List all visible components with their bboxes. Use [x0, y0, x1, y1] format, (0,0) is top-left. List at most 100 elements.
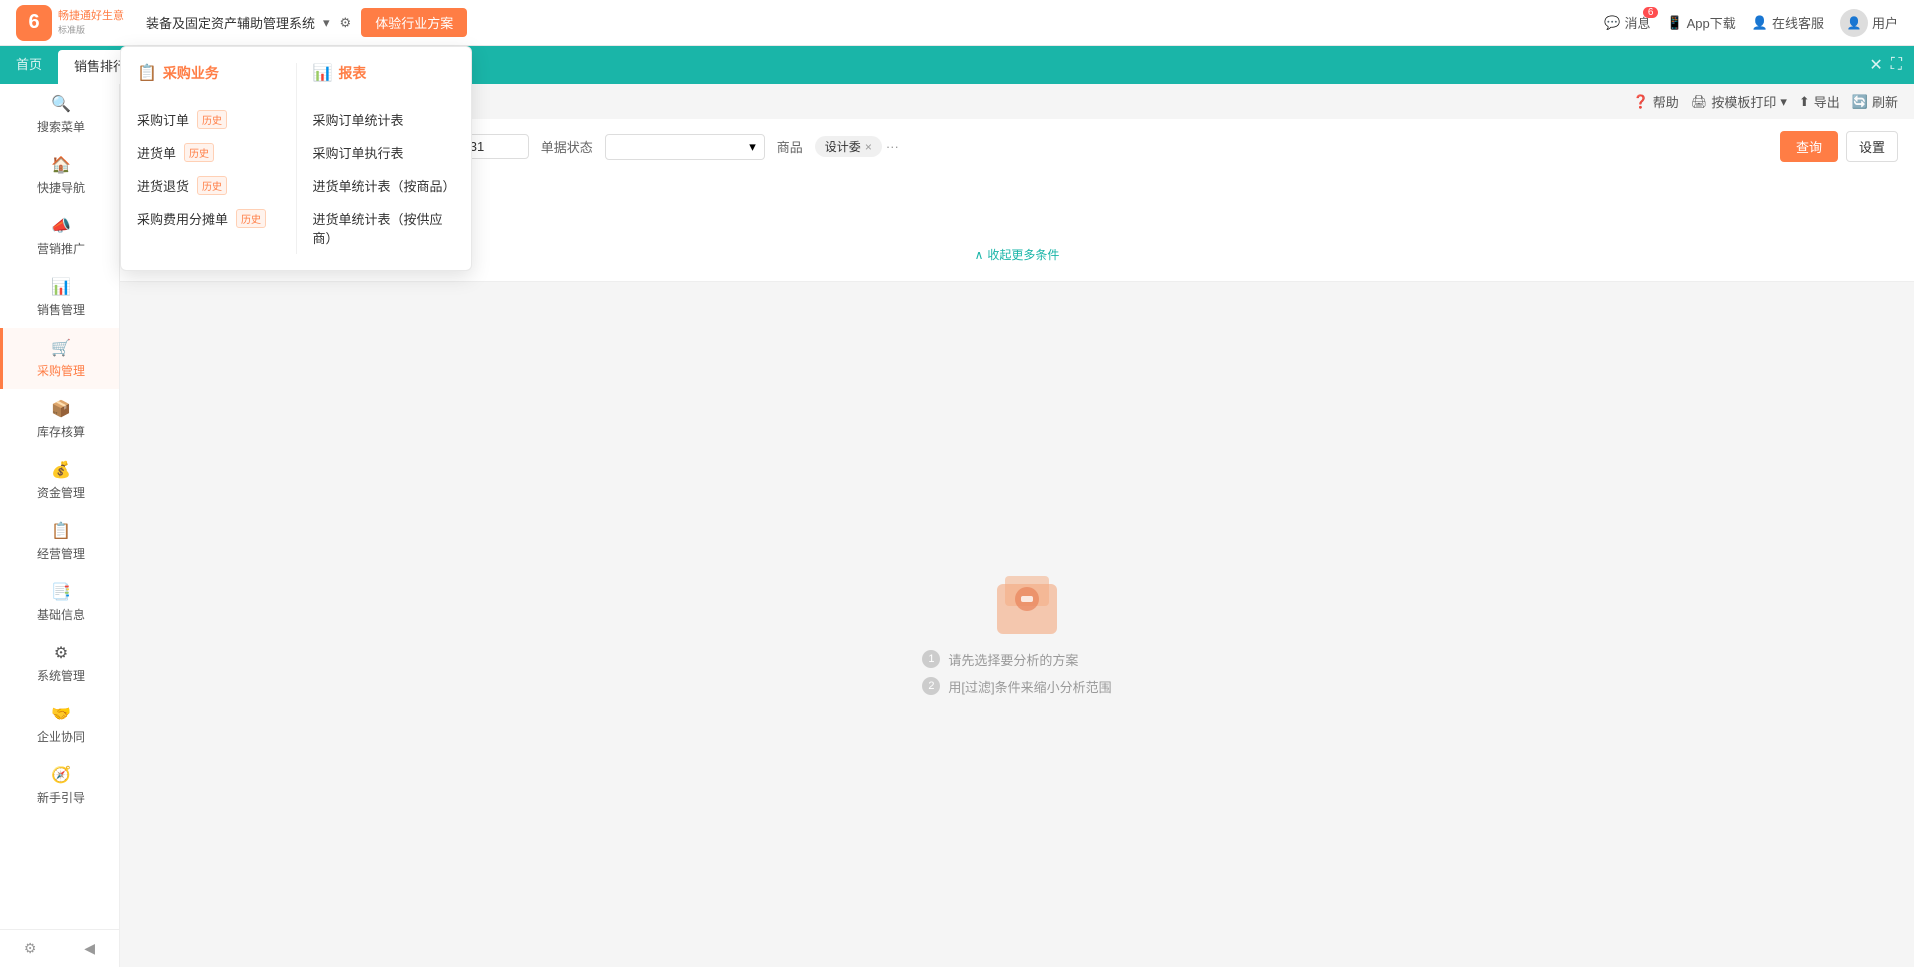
online-service-btn[interactable]: 👤 在线客服 [1752, 13, 1824, 32]
sidebar: 🔍 搜索菜单 🏠 快捷导航 📣 营销推广 📊 销售管理 🛒 采购管理 📦 [0, 84, 120, 967]
sidebar-item-finance[interactable]: 💰 资金管理 [0, 450, 119, 511]
industry-btn[interactable]: 体验行业方案 [361, 8, 467, 37]
sidebar-operations-label: 经营管理 [37, 545, 85, 562]
collapse-label: 收起更多条件 [987, 246, 1059, 263]
sidebar-item-inventory[interactable]: 📦 库存核算 [0, 389, 119, 450]
report-col-title-text: 报表 [338, 63, 366, 83]
sidebar-basicinfo-label: 基础信息 [37, 606, 85, 623]
purchase-inbound-label: 进货单 [137, 143, 176, 162]
help-btn[interactable]: ❓ 帮助 [1633, 92, 1679, 111]
sidebar-item-purchase[interactable]: 🛒 采购管理 [0, 328, 119, 389]
sidebar-marketing-label: 营销推广 [37, 240, 85, 257]
refresh-btn[interactable]: 🔄 刷新 [1852, 92, 1898, 111]
home-icon: 🏠 [51, 155, 71, 175]
avatar: 👤 [1840, 9, 1868, 37]
system-title: 装备及固定资产辅助管理系统 [146, 13, 315, 32]
report-inbound-supplier-label: 进货单统计表（按供应商） [313, 209, 456, 247]
logo-icon: 6 [16, 5, 52, 41]
goods-more-btn[interactable]: ··· [886, 139, 899, 154]
purchase-expense-history-tag: 历史 [236, 209, 266, 228]
sidebar-collapse-btn[interactable]: ◀ [84, 940, 95, 957]
tab-home[interactable]: 首页 [0, 46, 58, 84]
inventory-icon: 📦 [51, 399, 71, 419]
purchase-expense-item[interactable]: 采购费用分摊单 历史 [137, 202, 280, 235]
sidebar-item-enterprise[interactable]: 🤝 企业协同 [0, 694, 119, 755]
purchase-col-title: 📋 采购业务 [137, 63, 280, 91]
user-btn[interactable]: 👤 用户 [1840, 9, 1898, 37]
tip-num-1: 1 [922, 650, 940, 668]
sidebar-item-system[interactable]: ⚙ 系统管理 [0, 633, 119, 694]
sidebar-settings-btn[interactable]: ⚙ [24, 940, 37, 957]
report-order-stats-item[interactable]: 采购订单统计表 [313, 103, 456, 136]
message-icon: 💬 [1604, 15, 1620, 31]
print-icon: 🖨 [1691, 94, 1708, 110]
sidebar-guide-label: 新手引导 [37, 789, 85, 806]
goods-tag-text: 设计委 [825, 138, 861, 155]
tab-close-action[interactable]: ✕ [1869, 55, 1882, 75]
sidebar-item-quicknav[interactable]: 🏠 快捷导航 [0, 145, 119, 206]
report-inbound-supplier-item[interactable]: 进货单统计表（按供应商） [313, 202, 456, 254]
online-service-label: 在线客服 [1772, 13, 1824, 32]
app-download-btn[interactable]: 📱 App下载 [1666, 13, 1735, 32]
sidebar-item-marketing[interactable]: 📣 营销推广 [0, 206, 119, 267]
search-icon: 🔍 [51, 94, 71, 114]
sidebar-finance-label: 资金管理 [37, 484, 85, 501]
goods-tag: 设计委 × [815, 136, 882, 157]
purchase-icon: 🛒 [51, 338, 71, 358]
user-label: 用户 [1872, 13, 1898, 32]
voucher-status-label: 单据状态 [541, 137, 593, 156]
sidebar-sales-label: 销售管理 [37, 301, 85, 318]
report-inbound-goods-label: 进货单统计表（按商品） [313, 176, 456, 195]
sidebar-inventory-label: 库存核算 [37, 423, 85, 440]
purchase-order-label: 采购订单 [137, 110, 189, 129]
tab-expand-action[interactable]: ⛶ [1891, 56, 1902, 74]
logo-text: 畅捷通好生意 [58, 9, 124, 23]
purchase-order-item[interactable]: 采购订单 历史 [137, 103, 280, 136]
logo: 6 畅捷通好生意 标准版 [16, 5, 136, 41]
purchase-inbound-item[interactable]: 进货单 历史 [137, 136, 280, 169]
sidebar-item-search[interactable]: 🔍 搜索菜单 [0, 84, 119, 145]
export-btn[interactable]: ⬆ 导出 [1799, 92, 1840, 111]
goods-tag-close[interactable]: × [865, 140, 872, 154]
settings-btn[interactable]: 设置 [1846, 131, 1898, 162]
phone-icon: 📱 [1666, 15, 1682, 31]
guide-icon: 🧭 [51, 765, 71, 785]
voucher-status-select[interactable]: ▾ [605, 134, 765, 160]
export-icon: ⬆ [1799, 94, 1810, 110]
query-btn[interactable]: 查询 [1780, 131, 1838, 162]
purchase-return-item[interactable]: 进货退货 历史 [137, 169, 280, 202]
sidebar-item-basicinfo[interactable]: 📑 基础信息 [0, 572, 119, 633]
purchase-col-title-text: 采购业务 [163, 63, 219, 83]
report-order-stats-label: 采购订单统计表 [313, 110, 404, 129]
empty-tips: 1 请先选择要分析的方案 2 用[过滤]条件来缩小分析范围 [922, 650, 1111, 696]
goods-label: 商品 [777, 137, 803, 156]
report-inbound-goods-item[interactable]: 进货单统计表（按商品） [313, 169, 456, 202]
empty-illustration [977, 554, 1057, 634]
operations-icon: 📋 [51, 521, 71, 541]
system-dropdown-btn[interactable]: ▾ [323, 15, 330, 31]
print-btn[interactable]: 🖨 按模板打印 ▾ [1691, 92, 1787, 111]
purchase-order-history-tag: 历史 [197, 110, 227, 129]
tip-num-2: 2 [922, 677, 940, 695]
sidebar-item-sales[interactable]: 📊 销售管理 [0, 267, 119, 328]
print-dropdown-icon[interactable]: ▾ [1780, 94, 1787, 110]
report-col: 📊 报表 采购订单统计表 采购订单执行表 进货单统计表（按商品） 进货单统计表（… [296, 63, 472, 254]
sidebar-item-guide[interactable]: 🧭 新手引导 [0, 755, 119, 816]
purchase-return-history-tag: 历史 [197, 176, 227, 195]
logo-badge: 标准版 [58, 23, 124, 36]
collapse-icon: ∧ [975, 248, 984, 262]
sidebar-item-operations[interactable]: 📋 经营管理 [0, 511, 119, 572]
voucher-status-dropdown-icon: ▾ [749, 139, 756, 155]
tip-text-2: 用[过滤]条件来缩小分析范围 [948, 677, 1111, 696]
purchase-return-label: 进货退货 [137, 176, 189, 195]
purchase-expense-label: 采购费用分摊单 [137, 209, 228, 228]
purchase-business-col: 📋 采购业务 采购订单 历史 进货单 历史 进货退货 历史 采购费用分摊单 历史 [121, 63, 296, 254]
settings-icon[interactable]: ⚙ [340, 15, 352, 31]
sidebar-search-label: 搜索菜单 [37, 118, 85, 135]
report-order-exec-item[interactable]: 采购订单执行表 [313, 136, 456, 169]
sidebar-system-label: 系统管理 [37, 667, 85, 684]
notification-btn[interactable]: 💬 消息 6 [1604, 13, 1650, 32]
filter-actions: 查询 设置 [1780, 131, 1898, 162]
empty-state: 1 请先选择要分析的方案 2 用[过滤]条件来缩小分析范围 [120, 282, 1914, 967]
help-icon: ❓ [1633, 94, 1649, 110]
